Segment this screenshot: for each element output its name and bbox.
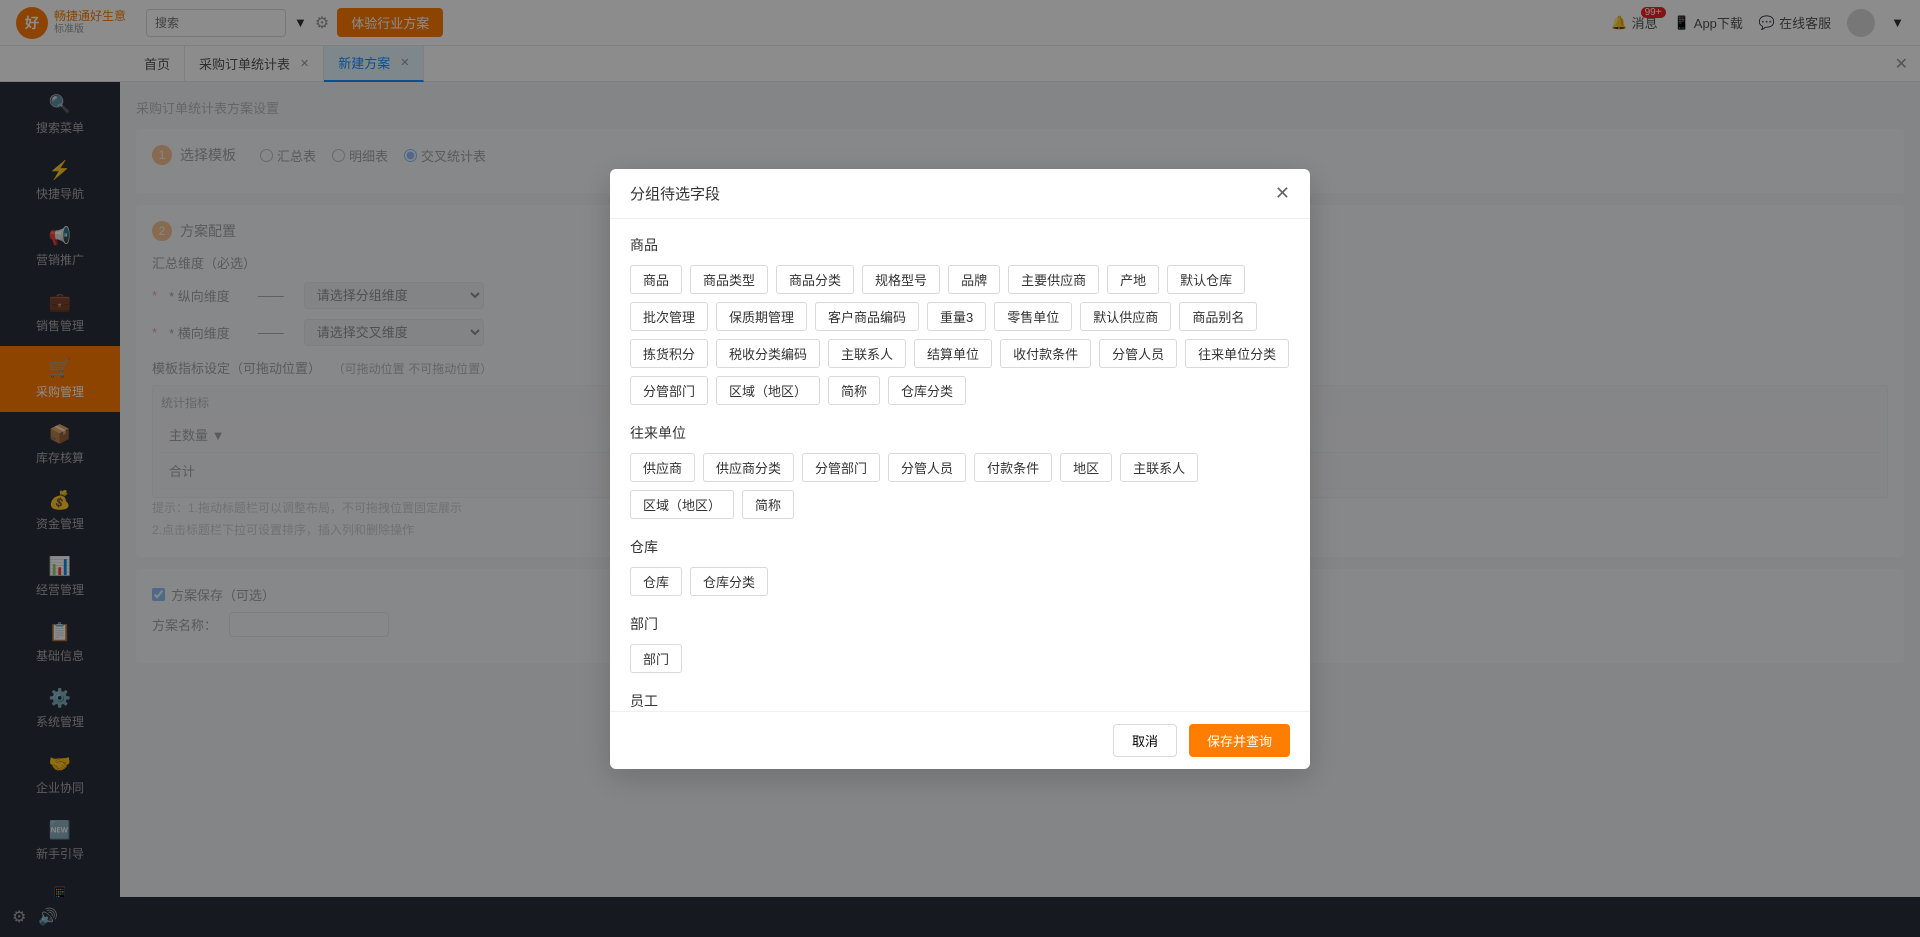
modal-overlay: 分组待选字段 ✕ 商品 商品 商品类型 商品分类 规格型号 品牌 主要供应商 产…	[0, 0, 1920, 937]
confirm-button[interactable]: 保存并查询	[1189, 724, 1290, 757]
chip-partner-region[interactable]: 区域（地区）	[630, 490, 734, 519]
modal-close-button[interactable]: ✕	[1275, 183, 1290, 204]
chip-retail-unit[interactable]: 零售单位	[994, 302, 1072, 331]
modal-title: 分组待选字段	[630, 183, 720, 204]
chip-short-name[interactable]: 简称	[828, 376, 880, 405]
chip-dept[interactable]: 分管部门	[630, 376, 708, 405]
field-section-employee: 员工 业务员	[630, 691, 1290, 711]
chip-default-supplier[interactable]: 默认供应商	[1080, 302, 1171, 331]
field-chips-warehouse: 仓库 仓库分类	[630, 567, 1290, 596]
chip-customer-code[interactable]: 客户商品编码	[815, 302, 919, 331]
chip-origin[interactable]: 产地	[1107, 265, 1159, 294]
section-title-goods: 商品	[630, 235, 1290, 255]
modal: 分组待选字段 ✕ 商品 商品 商品类型 商品分类 规格型号 品牌 主要供应商 产…	[610, 169, 1310, 769]
chip-spec[interactable]: 规格型号	[862, 265, 940, 294]
field-section-department: 部门 部门	[630, 614, 1290, 673]
chip-brand[interactable]: 品牌	[948, 265, 1000, 294]
chip-payment-terms[interactable]: 收付款条件	[1000, 339, 1091, 368]
modal-header: 分组待选字段 ✕	[610, 169, 1310, 219]
chip-department[interactable]: 部门	[630, 644, 682, 673]
section-title-employee: 员工	[630, 691, 1290, 711]
chip-goods-alias[interactable]: 商品别名	[1179, 302, 1257, 331]
modal-footer: 取消 保存并查询	[610, 711, 1310, 769]
chip-manager-person[interactable]: 分管人员	[1099, 339, 1177, 368]
chip-supplier[interactable]: 供应商	[630, 453, 695, 482]
chip-warehouse-category[interactable]: 仓库分类	[888, 376, 966, 405]
modal-body: 商品 商品 商品类型 商品分类 规格型号 品牌 主要供应商 产地 默认仓库 批次…	[610, 219, 1310, 711]
chip-warehouse[interactable]: 仓库	[630, 567, 682, 596]
section-title-warehouse: 仓库	[630, 537, 1290, 557]
chip-partner-person[interactable]: 分管人员	[888, 453, 966, 482]
chip-goods-category[interactable]: 商品分类	[776, 265, 854, 294]
chip-default-warehouse[interactable]: 默认仓库	[1167, 265, 1245, 294]
chip-supplier-category[interactable]: 供应商分类	[703, 453, 794, 482]
chip-goods-type[interactable]: 商品类型	[690, 265, 768, 294]
chip-wh-category[interactable]: 仓库分类	[690, 567, 768, 596]
chip-pay-terms[interactable]: 付款条件	[974, 453, 1052, 482]
chip-partner-contact[interactable]: 主联系人	[1120, 453, 1198, 482]
field-chips-department: 部门	[630, 644, 1290, 673]
field-chips-goods: 商品 商品类型 商品分类 规格型号 品牌 主要供应商 产地 默认仓库 批次管理 …	[630, 265, 1290, 405]
cancel-button[interactable]: 取消	[1113, 724, 1177, 757]
chip-goods[interactable]: 商品	[630, 265, 682, 294]
chip-weight3[interactable]: 重量3	[927, 302, 986, 331]
section-title-department: 部门	[630, 614, 1290, 634]
field-chips-partner: 供应商 供应商分类 分管部门 分管人员 付款条件 地区 主联系人 区域（地区） …	[630, 453, 1290, 519]
chip-tax-code[interactable]: 税收分类编码	[716, 339, 820, 368]
chip-main-supplier[interactable]: 主要供应商	[1008, 265, 1099, 294]
chip-partner-category[interactable]: 往来单位分类	[1185, 339, 1289, 368]
chip-region[interactable]: 区域（地区）	[716, 376, 820, 405]
chip-expiry-mgmt[interactable]: 保质期管理	[716, 302, 807, 331]
field-section-partner: 往来单位 供应商 供应商分类 分管部门 分管人员 付款条件 地区 主联系人 区域…	[630, 423, 1290, 519]
section-title-partner: 往来单位	[630, 423, 1290, 443]
chip-main-contact[interactable]: 主联系人	[828, 339, 906, 368]
chip-area[interactable]: 地区	[1060, 453, 1112, 482]
chip-batch-mgmt[interactable]: 批次管理	[630, 302, 708, 331]
chip-partner-short[interactable]: 简称	[742, 490, 794, 519]
field-section-goods: 商品 商品 商品类型 商品分类 规格型号 品牌 主要供应商 产地 默认仓库 批次…	[630, 235, 1290, 405]
field-section-warehouse: 仓库 仓库 仓库分类	[630, 537, 1290, 596]
chip-settlement-unit[interactable]: 结算单位	[914, 339, 992, 368]
chip-partner-dept[interactable]: 分管部门	[802, 453, 880, 482]
chip-pick-points[interactable]: 拣货积分	[630, 339, 708, 368]
